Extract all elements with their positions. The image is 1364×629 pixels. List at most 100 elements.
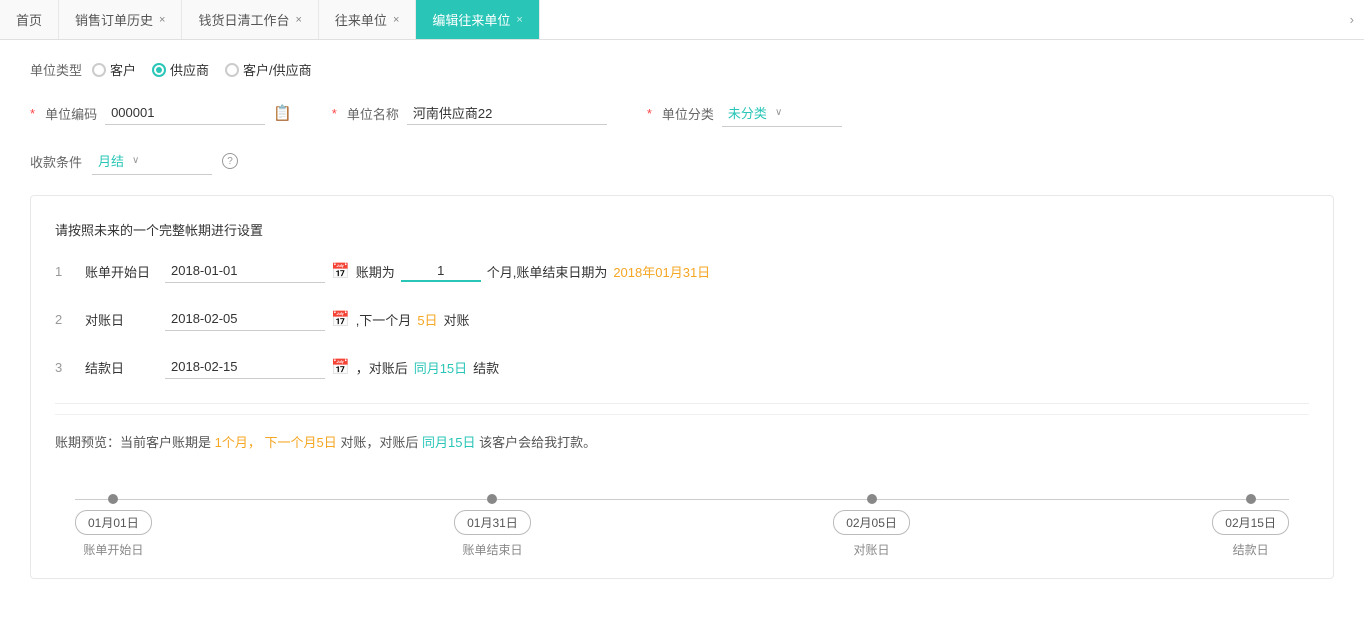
payment-terms-label: 收款条件: [30, 152, 82, 171]
step-3-date-input[interactable]: [165, 355, 325, 379]
payment-terms-help-icon[interactable]: ?: [222, 153, 238, 169]
tab-cash-ledger[interactable]: 钱货日清工作台 ×: [182, 0, 318, 39]
tab-more-icon: ›: [1350, 12, 1354, 27]
tab-edit-partner-units-label: 编辑往来单位: [432, 10, 510, 29]
tab-sales-order-history[interactable]: 销售订单历史 ×: [59, 0, 182, 39]
unit-type-row: 单位类型 客户 供应商 客户/供应商: [30, 60, 1334, 79]
radio-supplier[interactable]: 供应商: [152, 60, 209, 79]
step-3-prefix: ，对账后: [356, 358, 408, 377]
unit-category-label: 单位分类: [662, 104, 714, 123]
step-1-period-suffix: 个月,账单结束日期为: [487, 262, 608, 281]
tab-edit-partner-units[interactable]: 编辑往来单位 ×: [416, 0, 539, 39]
step-2-label: 对账日: [85, 310, 165, 329]
tab-more-arrow[interactable]: ›: [1340, 0, 1364, 39]
unit-name-group: * 单位名称: [332, 101, 607, 125]
preview-payment: 同月15日: [422, 435, 475, 450]
tab-sales-order-history-close[interactable]: ×: [159, 14, 165, 26]
tab-partner-units-label: 往来单位: [335, 10, 387, 29]
step-1-content: 📅 账期为 个月,账单结束日期为 2018年01月31日: [165, 259, 1309, 283]
tab-sales-order-history-label: 销售订单历史: [75, 10, 153, 29]
settings-box-title: 请按照未来的一个完整帐期进行设置: [55, 220, 1309, 239]
step-3-row: 3 结款日 📅 ，对账后 同月15日 结款: [55, 355, 1309, 379]
timeline-label-4: 结款日: [1233, 541, 1269, 558]
step-3-calendar-icon[interactable]: 📅: [331, 358, 350, 376]
preview-mid: 对账，对账后: [340, 435, 418, 450]
timeline-dot-2: [487, 494, 497, 504]
preview-suffix: 该客户会给我打款。: [479, 435, 596, 450]
payment-terms-arrow-icon: ∨: [132, 155, 139, 166]
tab-home-label: 首页: [16, 10, 42, 29]
radio-customer-circle: [92, 63, 106, 77]
unit-category-arrow-icon: ∨: [775, 107, 782, 118]
step-1-date-input[interactable]: [165, 259, 325, 283]
step-3-num: 3: [55, 360, 85, 375]
unit-type-radio-group: 客户 供应商 客户/供应商: [92, 60, 312, 79]
unit-code-icon[interactable]: 📋: [273, 104, 292, 122]
timeline: 01月01日 账单开始日 01月31日 账单结束日 02月05日 对账日: [55, 478, 1309, 558]
preview-text: 账期预览：当前客户账期是 1个月， 下一个月5日 对账，对账后 同月15日 该客…: [55, 431, 1309, 454]
timeline-point-4: 02月15日 结款日: [1212, 478, 1289, 558]
tab-home[interactable]: 首页: [0, 0, 59, 39]
unit-code-star: *: [30, 106, 35, 121]
tab-cash-ledger-close[interactable]: ×: [295, 14, 301, 26]
step-2-content: 📅 ,下一个月 5日 对账: [165, 307, 1309, 331]
timeline-dot-1: [108, 494, 118, 504]
timeline-label-3: 对账日: [854, 541, 890, 558]
timeline-point-3: 02月05日 对账日: [833, 478, 910, 558]
payment-terms-row: 收款条件 月结 ∨ ?: [30, 147, 1334, 175]
step-2-calendar-icon[interactable]: 📅: [331, 310, 350, 328]
step-1-row: 1 账单开始日 📅 账期为 个月,账单结束日期为 2018年01月31日: [55, 259, 1309, 283]
payment-terms-select[interactable]: 月结 ∨: [92, 147, 212, 175]
radio-both-label: 客户/供应商: [243, 60, 312, 79]
unit-code-input[interactable]: [105, 101, 265, 125]
preview-period: 1个月，: [215, 435, 261, 450]
tab-partner-units-close[interactable]: ×: [393, 14, 399, 26]
step-1-end-date: 2018年01月31日: [613, 262, 710, 281]
step-1-label: 账单开始日: [85, 262, 165, 281]
step-2-highlight-day: 5日: [417, 310, 437, 329]
tab-cash-ledger-label: 钱货日清工作台: [198, 10, 289, 29]
step-1-calendar-icon[interactable]: 📅: [331, 262, 350, 280]
settings-box: 请按照未来的一个完整帐期进行设置 1 账单开始日 📅 账期为 个月,账单结束日期…: [30, 195, 1334, 579]
unit-category-group: * 单位分类 未分类 ∨: [647, 99, 842, 127]
step-1-period-prefix: 账期为: [356, 262, 395, 281]
timeline-label-2: 账单结束日: [462, 541, 522, 558]
preview-label: 账期预览：当前客户账期是: [55, 435, 211, 450]
unit-name-input[interactable]: [407, 101, 607, 125]
payment-terms-value: 月结: [98, 151, 124, 170]
radio-supplier-circle: [152, 63, 166, 77]
unit-code-label: 单位编码: [45, 104, 97, 123]
radio-both-circle: [225, 63, 239, 77]
timeline-point-2: 01月31日 账单结束日: [454, 478, 531, 558]
radio-customer[interactable]: 客户: [92, 60, 136, 79]
timeline-badge-2: 01月31日: [454, 510, 531, 535]
step-3-highlight-day: 同月15日: [414, 358, 467, 377]
timeline-dot-4: [1246, 494, 1256, 504]
step-1-period-input[interactable]: [401, 261, 481, 282]
unit-category-value: 未分类: [728, 103, 767, 122]
step-2-row: 2 对账日 📅 ,下一个月 5日 对账: [55, 307, 1309, 331]
step-2-date-input[interactable]: [165, 307, 325, 331]
step-2-num: 2: [55, 312, 85, 327]
main-content: 单位类型 客户 供应商 客户/供应商 * 单位编码 📋 * 单位名称: [0, 40, 1364, 629]
radio-supplier-label: 供应商: [170, 60, 209, 79]
tab-edit-partner-units-close[interactable]: ×: [516, 14, 522, 26]
unit-name-star: *: [332, 106, 337, 121]
step-1-num: 1: [55, 264, 85, 279]
preview-section: 账期预览：当前客户账期是 1个月， 下一个月5日 对账，对账后 同月15日 该客…: [55, 414, 1309, 558]
step-2-prefix: ,下一个月: [356, 310, 412, 329]
preview-reconcile: 下一个月5日: [265, 435, 337, 450]
radio-both[interactable]: 客户/供应商: [225, 60, 312, 79]
timeline-points: 01月01日 账单开始日 01月31日 账单结束日 02月05日 对账日: [75, 478, 1289, 558]
step-3-suffix: 结款: [473, 358, 499, 377]
timeline-badge-3: 02月05日: [833, 510, 910, 535]
step-3-content: 📅 ，对账后 同月15日 结款: [165, 355, 1309, 379]
unit-name-label: 单位名称: [347, 104, 399, 123]
unit-code-group: * 单位编码 📋: [30, 101, 292, 125]
tabs-bar: 首页 销售订单历史 × 钱货日清工作台 × 往来单位 × 编辑往来单位 × ›: [0, 0, 1364, 40]
tab-partner-units[interactable]: 往来单位 ×: [319, 0, 416, 39]
timeline-badge-1: 01月01日: [75, 510, 152, 535]
unit-category-select[interactable]: 未分类 ∨: [722, 99, 842, 127]
timeline-label-1: 账单开始日: [83, 541, 143, 558]
timeline-badge-4: 02月15日: [1212, 510, 1289, 535]
